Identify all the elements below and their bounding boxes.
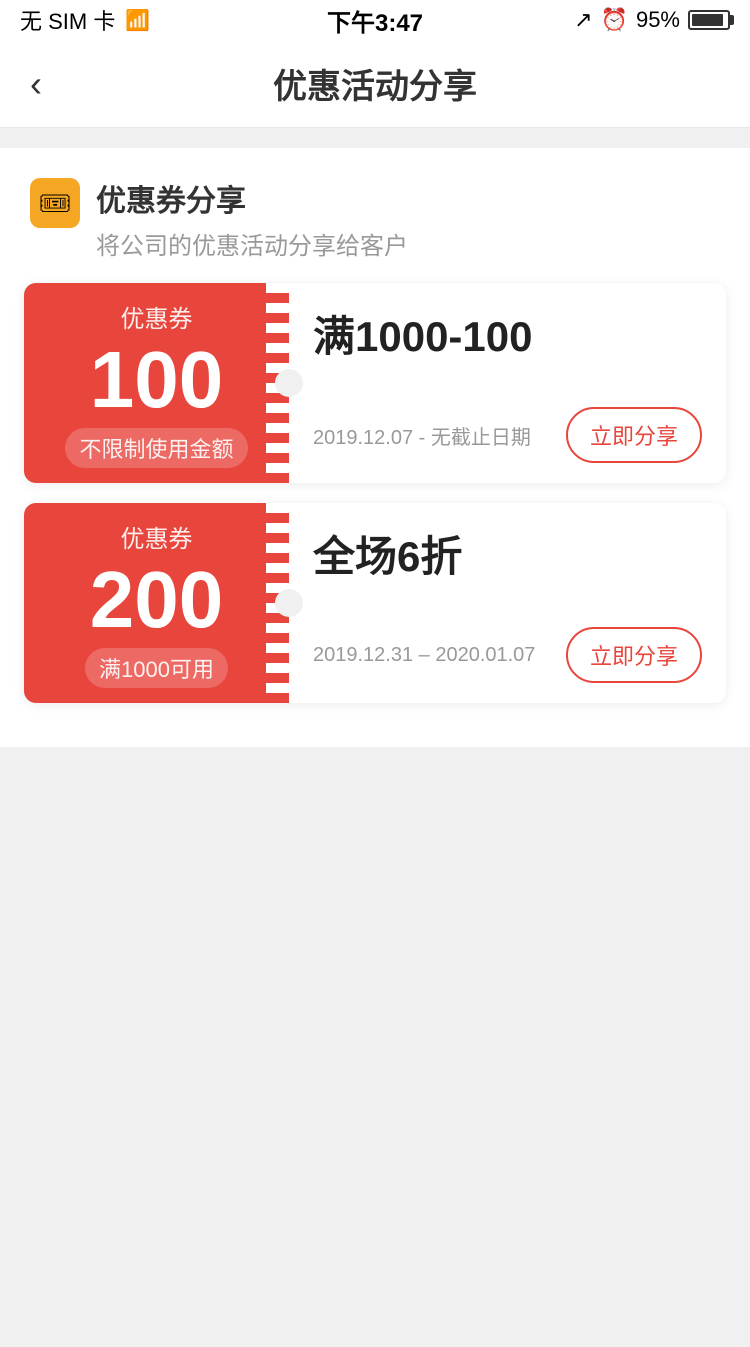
- section-title: 优惠券分享: [96, 176, 408, 220]
- coupon-name-2: 全场6折: [313, 523, 702, 584]
- coupon-bottom-2: 2019.12.31 – 2020.01.07 立即分享: [313, 627, 702, 683]
- status-time: 下午3:47: [327, 3, 423, 38]
- coupon-card-1: 优惠券 100 不限制使用金额 满1000-100 2019.12.07 - 无…: [24, 283, 726, 483]
- coupon-right-2: 全场6折 2019.12.31 – 2020.01.07 立即分享: [289, 503, 726, 703]
- coupon-amount-1: 100: [90, 340, 223, 420]
- nav-bar: ‹ 优惠活动分享: [0, 40, 750, 128]
- section-subtitle: 将公司的优惠活动分享给客户: [96, 226, 408, 261]
- empty-area: [0, 747, 750, 1347]
- coupon-left-2: 优惠券 200 满1000可用: [24, 503, 289, 703]
- page-title: 优惠活动分享: [273, 59, 477, 108]
- coupon-date-2: 2019.12.31 – 2020.01.07: [313, 644, 535, 667]
- share-button-1[interactable]: 立即分享: [566, 407, 702, 463]
- section-text: 优惠券分享 将公司的优惠活动分享给客户: [96, 176, 408, 261]
- coupon-label-1: 优惠券: [121, 299, 193, 334]
- battery-icon: [688, 10, 730, 30]
- location-icon: ↗: [574, 7, 592, 33]
- coupon-name-1: 满1000-100: [313, 303, 702, 364]
- share-button-2[interactable]: 立即分享: [566, 627, 702, 683]
- section-header: 🎟 优惠券分享 将公司的优惠活动分享给客户: [0, 148, 750, 283]
- alarm-icon: ⏰: [601, 7, 628, 33]
- coupon-condition-1: 不限制使用金额: [65, 428, 247, 468]
- status-bar: 无 SIM 卡 📶 下午3:47 ↗ ⏰ 95%: [0, 0, 750, 40]
- wifi-icon: 📶: [125, 8, 150, 33]
- coupon-condition-2: 满1000可用: [85, 648, 228, 688]
- coupon-amount-2: 200: [90, 560, 223, 640]
- coupon-left-1: 优惠券 100 不限制使用金额: [24, 283, 289, 483]
- coupon-card-2: 优惠券 200 满1000可用 全场6折 2019.12.31 – 2020.0…: [24, 503, 726, 703]
- coupon-bottom-1: 2019.12.07 - 无截止日期 立即分享: [313, 407, 702, 463]
- top-divider: [0, 128, 750, 148]
- status-left: 无 SIM 卡 📶: [20, 4, 150, 36]
- coupon-list: 优惠券 100 不限制使用金额 满1000-100 2019.12.07 - 无…: [0, 283, 750, 747]
- coupon-date-1: 2019.12.07 - 无截止日期: [313, 421, 531, 450]
- coupon-right-1: 满1000-100 2019.12.07 - 无截止日期 立即分享: [289, 283, 726, 483]
- battery-percent: 95%: [636, 7, 680, 33]
- carrier-label: 无 SIM 卡: [20, 4, 115, 36]
- back-button[interactable]: ‹: [30, 63, 42, 105]
- section-icon: 🎟: [30, 178, 80, 228]
- status-right: ↗ ⏰ 95%: [574, 7, 730, 33]
- coupon-label-2: 优惠券: [121, 519, 193, 554]
